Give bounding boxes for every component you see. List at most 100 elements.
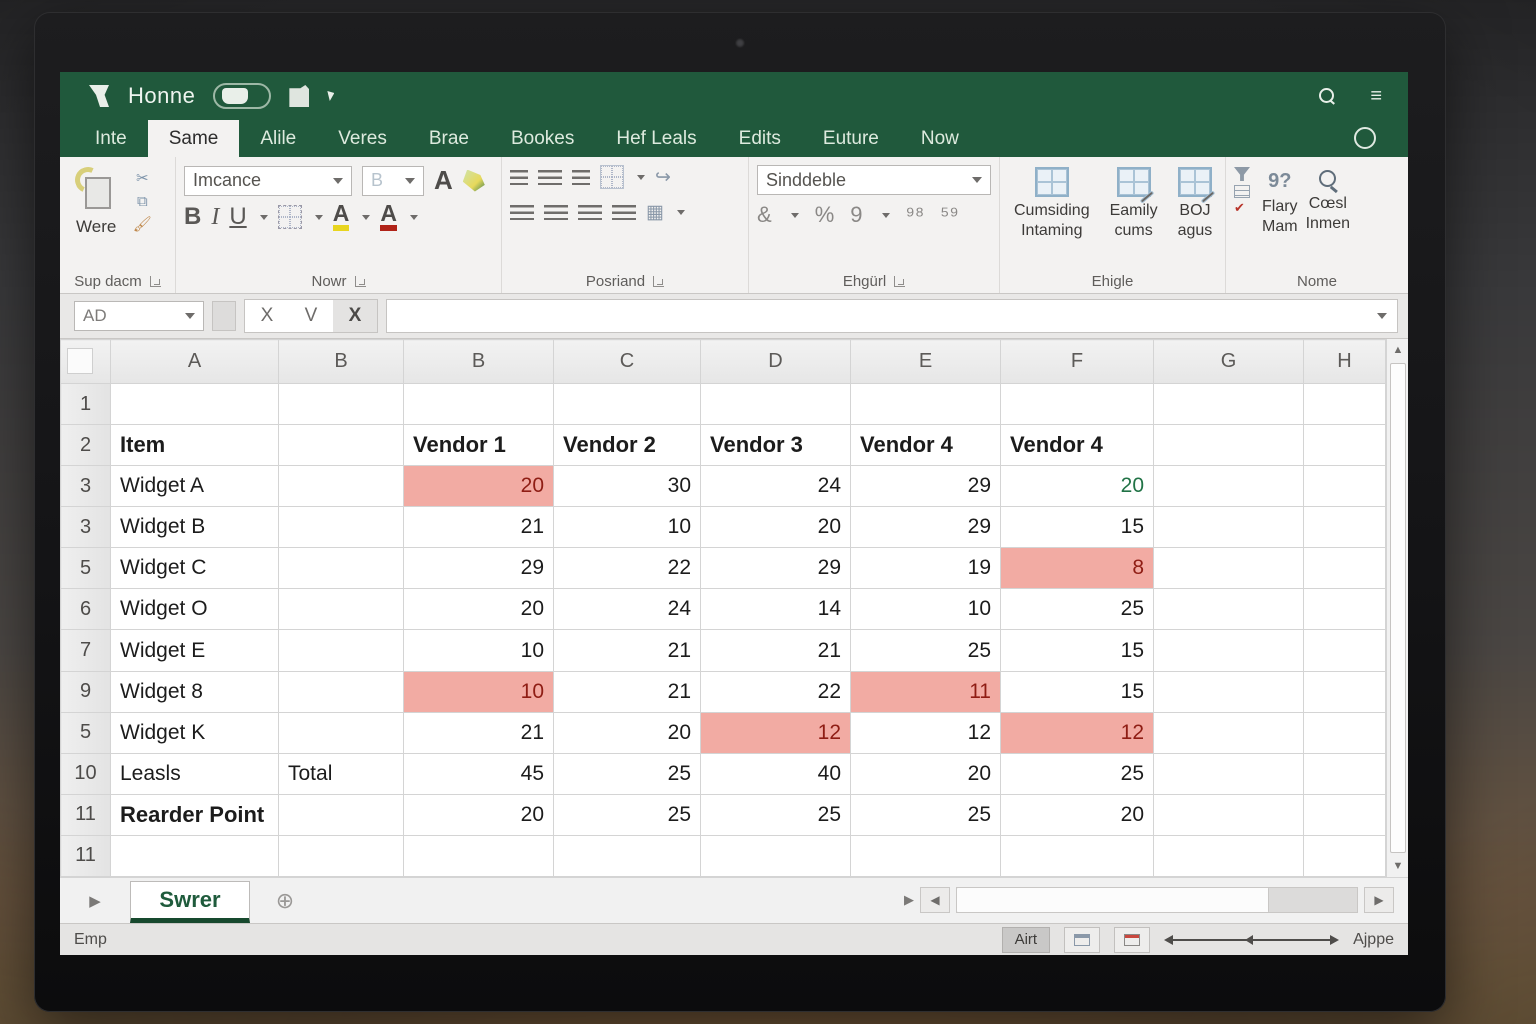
cancel-button[interactable]: X (245, 300, 289, 332)
cell-r6-c6[interactable]: 15 (1000, 629, 1154, 672)
align-left-button[interactable] (510, 205, 534, 220)
cell-r3-c8[interactable] (1303, 506, 1386, 549)
save-icon[interactable] (289, 85, 310, 107)
cell-r3-c3[interactable]: 10 (553, 506, 701, 549)
cell-r0-c8[interactable] (1303, 382, 1386, 426)
table-icon[interactable] (1234, 185, 1250, 198)
horizontal-scroll-thumb[interactable] (957, 888, 1269, 912)
row-header-1[interactable]: 2 (60, 424, 111, 467)
cell-r9-c4[interactable]: 40 (700, 752, 851, 795)
cell-r5-c7[interactable] (1153, 588, 1304, 631)
formula-input[interactable] (386, 299, 1398, 333)
cell-r5-c5[interactable]: 10 (850, 588, 1001, 631)
cell-r3-c1[interactable] (278, 506, 404, 549)
cell-r11-c4[interactable] (700, 834, 851, 877)
cell-r5-c8[interactable] (1303, 588, 1386, 631)
zoom-out-icon[interactable] (1164, 934, 1174, 945)
cell-r2-c0[interactable]: Widget A (110, 465, 279, 508)
fill-color-icon[interactable] (462, 169, 485, 192)
row-header-2[interactable]: 3 (60, 465, 111, 508)
cell-r8-c2[interactable]: 21 (403, 711, 554, 754)
page-layout-view-button[interactable] (1114, 926, 1151, 953)
borders-button[interactable] (277, 205, 302, 229)
column-header-5[interactable]: E (850, 339, 1001, 384)
cell-r1-c5[interactable]: Vendor 4 (850, 424, 1001, 467)
ribbon-tab-brae[interactable]: Brae (408, 120, 490, 157)
align-middle-button[interactable] (538, 169, 562, 185)
horizontal-scroll-track[interactable] (956, 887, 1358, 913)
cell-r9-c1[interactable]: Total (278, 752, 404, 795)
borders-caret-icon[interactable] (314, 214, 323, 220)
menu-icon[interactable]: ≡ (1370, 86, 1382, 106)
bold-button[interactable]: B (184, 203, 201, 231)
cell-r5-c3[interactable]: 24 (553, 588, 701, 631)
font-dialog-launcher[interactable] (354, 275, 366, 287)
cell-r11-c7[interactable] (1153, 834, 1304, 877)
row-header-8[interactable]: 5 (60, 711, 111, 754)
cell-r3-c5[interactable]: 29 (850, 506, 1001, 549)
cell-r9-c6[interactable]: 25 (1000, 752, 1154, 795)
cell-r8-c8[interactable] (1303, 711, 1386, 754)
cell-r11-c2[interactable] (403, 834, 554, 877)
cell-r2-c4[interactable]: 24 (700, 465, 851, 508)
cell-r7-c6[interactable]: 15 (1000, 670, 1154, 713)
indent-decrease-button[interactable] (578, 205, 602, 220)
ribbon-tab-inte[interactable]: Inte (74, 120, 148, 157)
cell-r9-c8[interactable] (1303, 752, 1386, 795)
scroll-up-icon[interactable]: ▲ (1387, 339, 1408, 361)
cell-r11-c0[interactable] (110, 834, 279, 877)
font-color-caret-icon[interactable] (409, 214, 418, 220)
cell-r3-c0[interactable]: Widget B (110, 506, 279, 549)
number-format-select[interactable]: Sinddeble (757, 165, 991, 195)
clear-icon[interactable] (1234, 200, 1250, 216)
cell-r4-c5[interactable]: 19 (850, 547, 1001, 590)
column-header-7[interactable]: G (1153, 339, 1304, 384)
formula-expand-caret-icon[interactable] (1377, 313, 1387, 319)
cell-r1-c6[interactable]: Vendor 4 (1000, 424, 1154, 467)
styles-button-cumsiding[interactable]: Cumsiding Intaming (1008, 165, 1096, 269)
cell-r11-c3[interactable] (553, 834, 701, 877)
vertical-scrollbar[interactable]: ▲ ▼ (1386, 339, 1408, 877)
highlight-color-button[interactable]: A (332, 202, 350, 231)
column-header-2[interactable]: B (403, 339, 554, 384)
cell-r4-c4[interactable]: 29 (700, 547, 851, 590)
cell-r0-c6[interactable] (1000, 382, 1154, 426)
view-mode-button[interactable]: Airt (1001, 926, 1051, 953)
cell-r9-c5[interactable]: 20 (850, 752, 1001, 795)
cell-r11-c8[interactable] (1303, 834, 1386, 877)
ribbon-tab-veres[interactable]: Veres (317, 120, 408, 157)
cut-icon[interactable]: ✂ (132, 169, 152, 187)
cell-r5-c0[interactable]: Widget O (110, 588, 279, 631)
cell-r5-c4[interactable]: 14 (700, 588, 851, 631)
cell-r2-c6[interactable]: 20 (1000, 465, 1154, 508)
insert-function-button[interactable]: X (333, 300, 377, 332)
new-sheet-icon[interactable]: ⊕ (250, 878, 320, 923)
cell-r7-c8[interactable] (1303, 670, 1386, 713)
editing-button-flary[interactable]: 9? Flary Mam (1258, 165, 1302, 269)
row-header-5[interactable]: 6 (60, 588, 111, 631)
zoom-slider-track[interactable] (1173, 934, 1331, 945)
enter-button[interactable]: V (289, 300, 333, 332)
zoom-slider[interactable] (1164, 934, 1340, 945)
cell-r8-c6[interactable]: 12 (1000, 711, 1154, 754)
cell-r1-c1[interactable] (278, 424, 404, 467)
cell-r7-c2[interactable]: 10 (403, 670, 554, 713)
row-header-6[interactable]: 7 (60, 629, 111, 672)
cell-r1-c0[interactable]: Item (110, 424, 279, 467)
underline-caret-icon[interactable] (259, 214, 268, 220)
cell-r1-c2[interactable]: Vendor 1 (403, 424, 554, 467)
cell-r1-c8[interactable] (1303, 424, 1386, 467)
cell-r1-c7[interactable] (1153, 424, 1304, 467)
cell-r0-c1[interactable] (278, 382, 404, 426)
column-header-0[interactable]: A (110, 339, 279, 384)
cell-r3-c4[interactable]: 20 (700, 506, 851, 549)
number-symbol-caret-icon[interactable] (881, 212, 890, 218)
row-header-11[interactable]: 11 (60, 834, 111, 877)
cell-r11-c6[interactable] (1000, 834, 1154, 877)
cell-r2-c3[interactable]: 30 (553, 465, 701, 508)
cell-r2-c1[interactable] (278, 465, 404, 508)
font-size-select[interactable]: B (362, 165, 424, 196)
cell-r0-c4[interactable] (700, 382, 851, 426)
cell-r6-c7[interactable] (1153, 629, 1304, 672)
cell-r6-c2[interactable]: 10 (403, 629, 554, 672)
